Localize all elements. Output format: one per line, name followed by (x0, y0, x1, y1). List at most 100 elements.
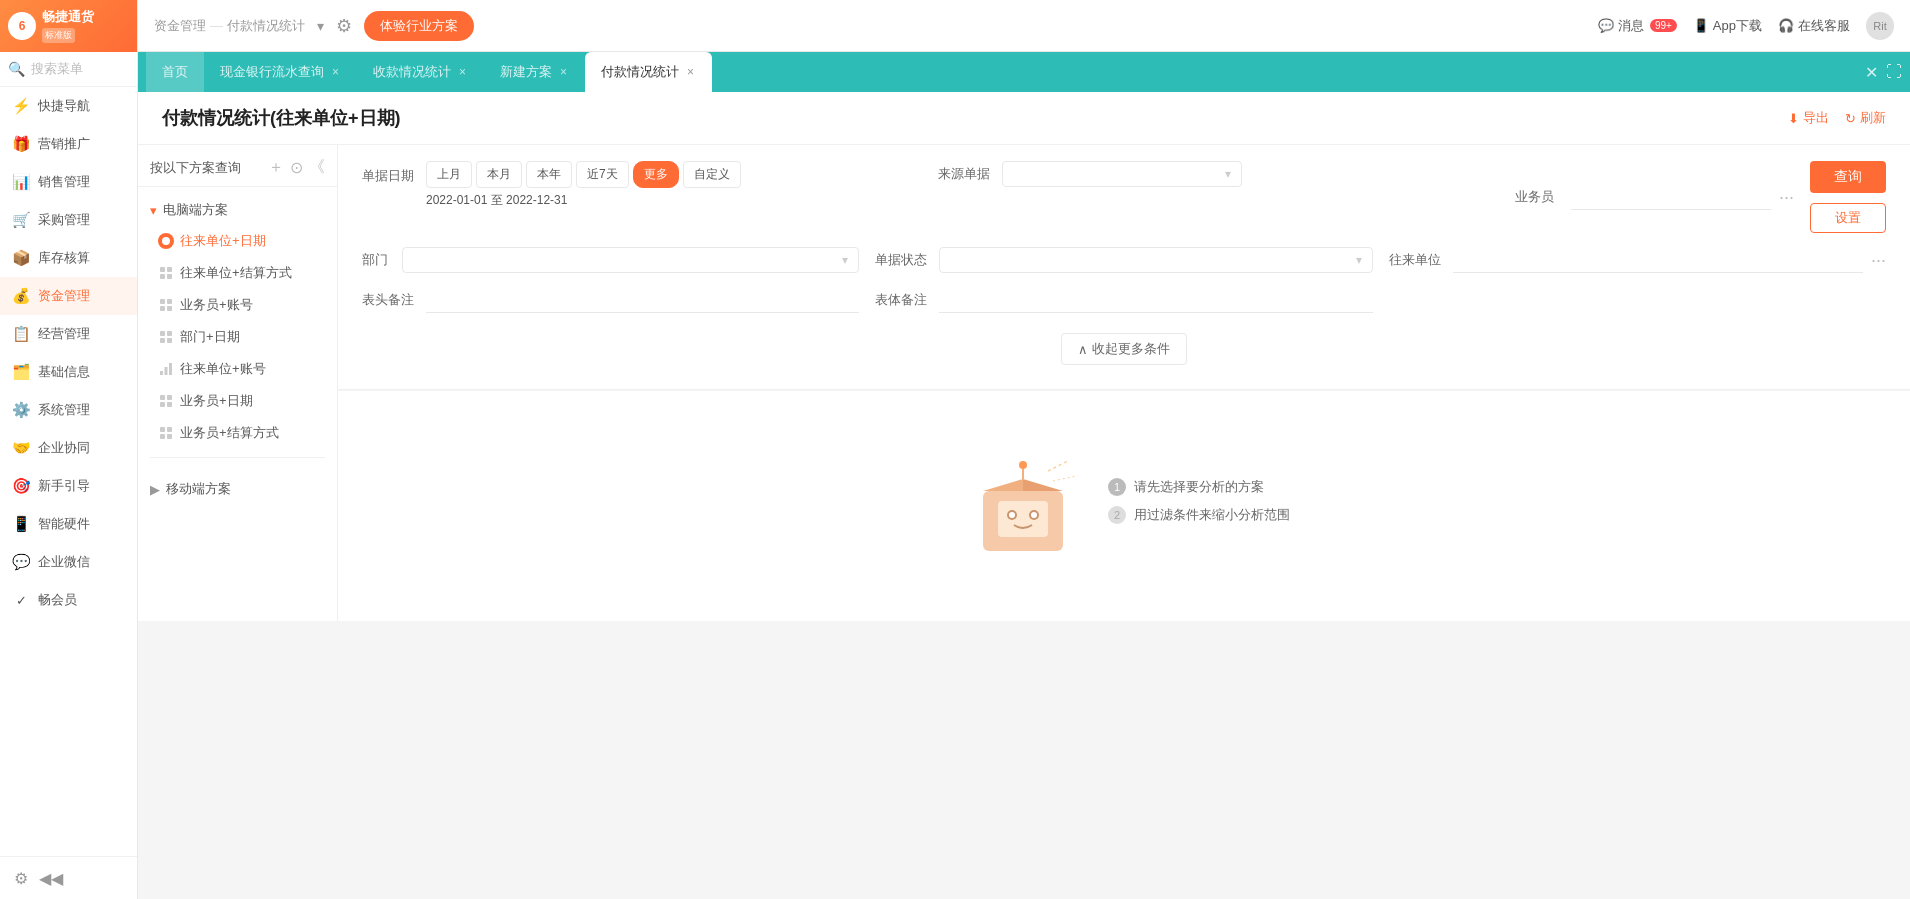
tab-new-label: 新建方案 (500, 63, 552, 81)
tab-payments-close[interactable]: × (685, 63, 696, 81)
sidebar-item-operation[interactable]: 📋 经营管理 (0, 315, 137, 353)
tab-receipts[interactable]: 收款情况统计 × (357, 52, 484, 92)
topbar: 资金管理 — 付款情况统计 ▾ ⚙ 体验行业方案 💬 消息 99+ 📱 App下… (138, 0, 1910, 52)
sidebar-item-basic[interactable]: 🗂️ 基础信息 (0, 353, 137, 391)
scheme-settings-icon[interactable]: ⊙ (290, 158, 303, 177)
filter-cell-date: 单据日期 上月 本月 本年 近7天 更多 自定义 (362, 161, 922, 209)
sidebar-item-wechat[interactable]: 💬 企业微信 (0, 543, 137, 581)
inventory-icon: 📦 (12, 249, 30, 267)
page-header: 付款情况统计(往来单位+日期) ⬇ 导出 ↻ 刷新 (138, 92, 1910, 145)
scheme-item-unit-account[interactable]: 往来单位+账号 (138, 353, 337, 385)
status-select[interactable]: ▾ (939, 247, 1372, 273)
sidebar-item-fund[interactable]: 💰 资金管理 (0, 277, 137, 315)
app-download-action[interactable]: 📱 App下载 (1693, 17, 1762, 35)
tab-new[interactable]: 新建方案 × (484, 52, 585, 92)
online-service-action[interactable]: 🎧 在线客服 (1778, 17, 1850, 35)
main-content: 资金管理 — 付款情况统计 ▾ ⚙ 体验行业方案 💬 消息 99+ 📱 App下… (138, 0, 1910, 899)
scheme-item-staff-account-icon (158, 297, 174, 313)
sidebar-item-member[interactable]: ✓ 畅会员 (0, 581, 137, 619)
date-btn-this-month[interactable]: 本月 (476, 161, 522, 188)
date-btn-7days[interactable]: 近7天 (576, 161, 629, 188)
svg-rect-18 (160, 402, 165, 407)
member-icon: ✓ (12, 591, 30, 609)
tab-cashflow-close[interactable]: × (330, 63, 341, 81)
collapse-sidebar-icon[interactable]: ◀◀ (40, 867, 62, 889)
sidebar-item-quicknav[interactable]: ⚡ 快捷导航 (0, 87, 137, 125)
date-btn-this-year[interactable]: 本年 (526, 161, 572, 188)
scheme-item-unit-date[interactable]: 往来单位+日期 (138, 225, 337, 257)
scheme-add-icon[interactable]: ＋ (268, 157, 284, 178)
filter-cell-source: 来源单据 ▾ (938, 161, 1499, 187)
tab-home[interactable]: 首页 (146, 52, 204, 92)
date-btn-custom[interactable]: 自定义 (683, 161, 741, 188)
date-btn-last-month[interactable]: 上月 (426, 161, 472, 188)
sidebar-item-system[interactable]: ⚙️ 系统管理 (0, 391, 137, 429)
tab-close-all-icon[interactable]: ✕ (1865, 63, 1878, 82)
scheme-group-mobile-label: 移动端方案 (166, 480, 231, 498)
sidebar-item-hardware[interactable]: 📱 智能硬件 (0, 505, 137, 543)
dept-select[interactable]: ▾ (402, 247, 859, 273)
source-select[interactable]: ▾ (1002, 161, 1242, 187)
export-action[interactable]: ⬇ 导出 (1788, 109, 1829, 127)
sidebar-item-label: 快捷导航 (38, 97, 90, 115)
empty-state-illustration (958, 451, 1088, 561)
tab-expand-icon[interactable]: ⛶ (1886, 63, 1902, 81)
sidebar-item-purchase[interactable]: 🛒 采购管理 (0, 201, 137, 239)
settings-footer-icon[interactable]: ⚙ (10, 867, 32, 889)
filter-row-1: 单据日期 上月 本月 本年 近7天 更多 自定义 (362, 161, 1886, 233)
scheme-group-desktop-title[interactable]: ▾ 电脑端方案 (138, 195, 337, 225)
content-area: 付款情况统计(往来单位+日期) ⬇ 导出 ↻ 刷新 (138, 92, 1910, 899)
dropdown-chevron-icon[interactable]: ▾ (317, 18, 324, 34)
unit-label: 往来单位 (1389, 251, 1445, 269)
filter-cell-status: 单据状态 ▾ (875, 247, 1372, 273)
unit-input[interactable] (1453, 247, 1863, 273)
svg-rect-3 (160, 274, 165, 279)
header-note-input[interactable] (426, 287, 859, 313)
collapse-more-button[interactable]: ∧ 收起更多条件 (1061, 333, 1187, 365)
sidebar-item-marketing[interactable]: 🎁 营销推广 (0, 125, 137, 163)
trial-button[interactable]: 体验行业方案 (364, 11, 474, 41)
staff-dots-icon[interactable]: ··· (1779, 187, 1794, 208)
body-note-input[interactable] (939, 287, 1372, 313)
unit-dots-icon[interactable]: ··· (1871, 250, 1886, 271)
staff-input[interactable] (1571, 184, 1771, 210)
scheme-item-unit-settle-label: 往来单位+结算方式 (180, 264, 292, 282)
scheme-item-unit-account-icon (158, 361, 174, 377)
tab-receipts-close[interactable]: × (457, 63, 468, 81)
settings-button[interactable]: 设置 (1810, 203, 1886, 233)
tab-cashflow[interactable]: 现金银行流水查询 × (204, 52, 357, 92)
sidebar-search[interactable]: 🔍 搜索菜单 (0, 52, 137, 87)
user-avatar[interactable]: Rit (1866, 12, 1894, 40)
filter-area: 单据日期 上月 本月 本年 近7天 更多 自定义 (338, 145, 1910, 390)
refresh-action[interactable]: ↻ 刷新 (1845, 109, 1886, 127)
sidebar-item-collab[interactable]: 🤝 企业协同 (0, 429, 137, 467)
scheme-item-dept-date-label: 部门+日期 (180, 328, 240, 346)
scheme-group-mobile-title[interactable]: ▶ 移动端方案 (138, 474, 337, 504)
main-right: 单据日期 上月 本月 本年 近7天 更多 自定义 (338, 145, 1910, 621)
tab-new-close[interactable]: × (558, 63, 569, 81)
body-note-label: 表体备注 (875, 291, 931, 309)
scheme-item-staff-date[interactable]: 业务员+日期 (138, 385, 337, 417)
scheme-collapse-icon[interactable]: 《 (309, 157, 325, 178)
messages-action[interactable]: 💬 消息 99+ (1598, 17, 1677, 35)
scheme-item-dept-date[interactable]: 部门+日期 (138, 321, 337, 353)
query-button[interactable]: 查询 (1810, 161, 1886, 193)
sidebar-item-guide[interactable]: 🎯 新手引导 (0, 467, 137, 505)
sidebar-item-sales[interactable]: 📊 销售管理 (0, 163, 137, 201)
gear-icon[interactable]: ⚙ (336, 15, 352, 37)
status-label: 单据状态 (875, 251, 931, 269)
scheme-item-staff-settle[interactable]: 业务员+结算方式 (138, 417, 337, 449)
sidebar-item-label: 经营管理 (38, 325, 90, 343)
svg-marker-26 (1023, 479, 1063, 491)
date-btn-group: 上月 本月 本年 近7天 更多 自定义 (426, 161, 741, 188)
date-btn-more[interactable]: 更多 (633, 161, 679, 188)
date-control: 上月 本月 本年 近7天 更多 自定义 2022-01-01 至 2022-12… (426, 161, 741, 209)
svg-marker-25 (983, 479, 1023, 491)
sidebar-item-inventory[interactable]: 📦 库存核算 (0, 239, 137, 277)
tab-payments[interactable]: 付款情况统计 × (585, 52, 712, 92)
dept-select-arrow-icon: ▾ (842, 253, 848, 267)
operation-icon: 📋 (12, 325, 30, 343)
scheme-item-staff-account[interactable]: 业务员+账号 (138, 289, 337, 321)
search-icon: 🔍 (8, 61, 25, 77)
scheme-item-unit-settle[interactable]: 往来单位+结算方式 (138, 257, 337, 289)
